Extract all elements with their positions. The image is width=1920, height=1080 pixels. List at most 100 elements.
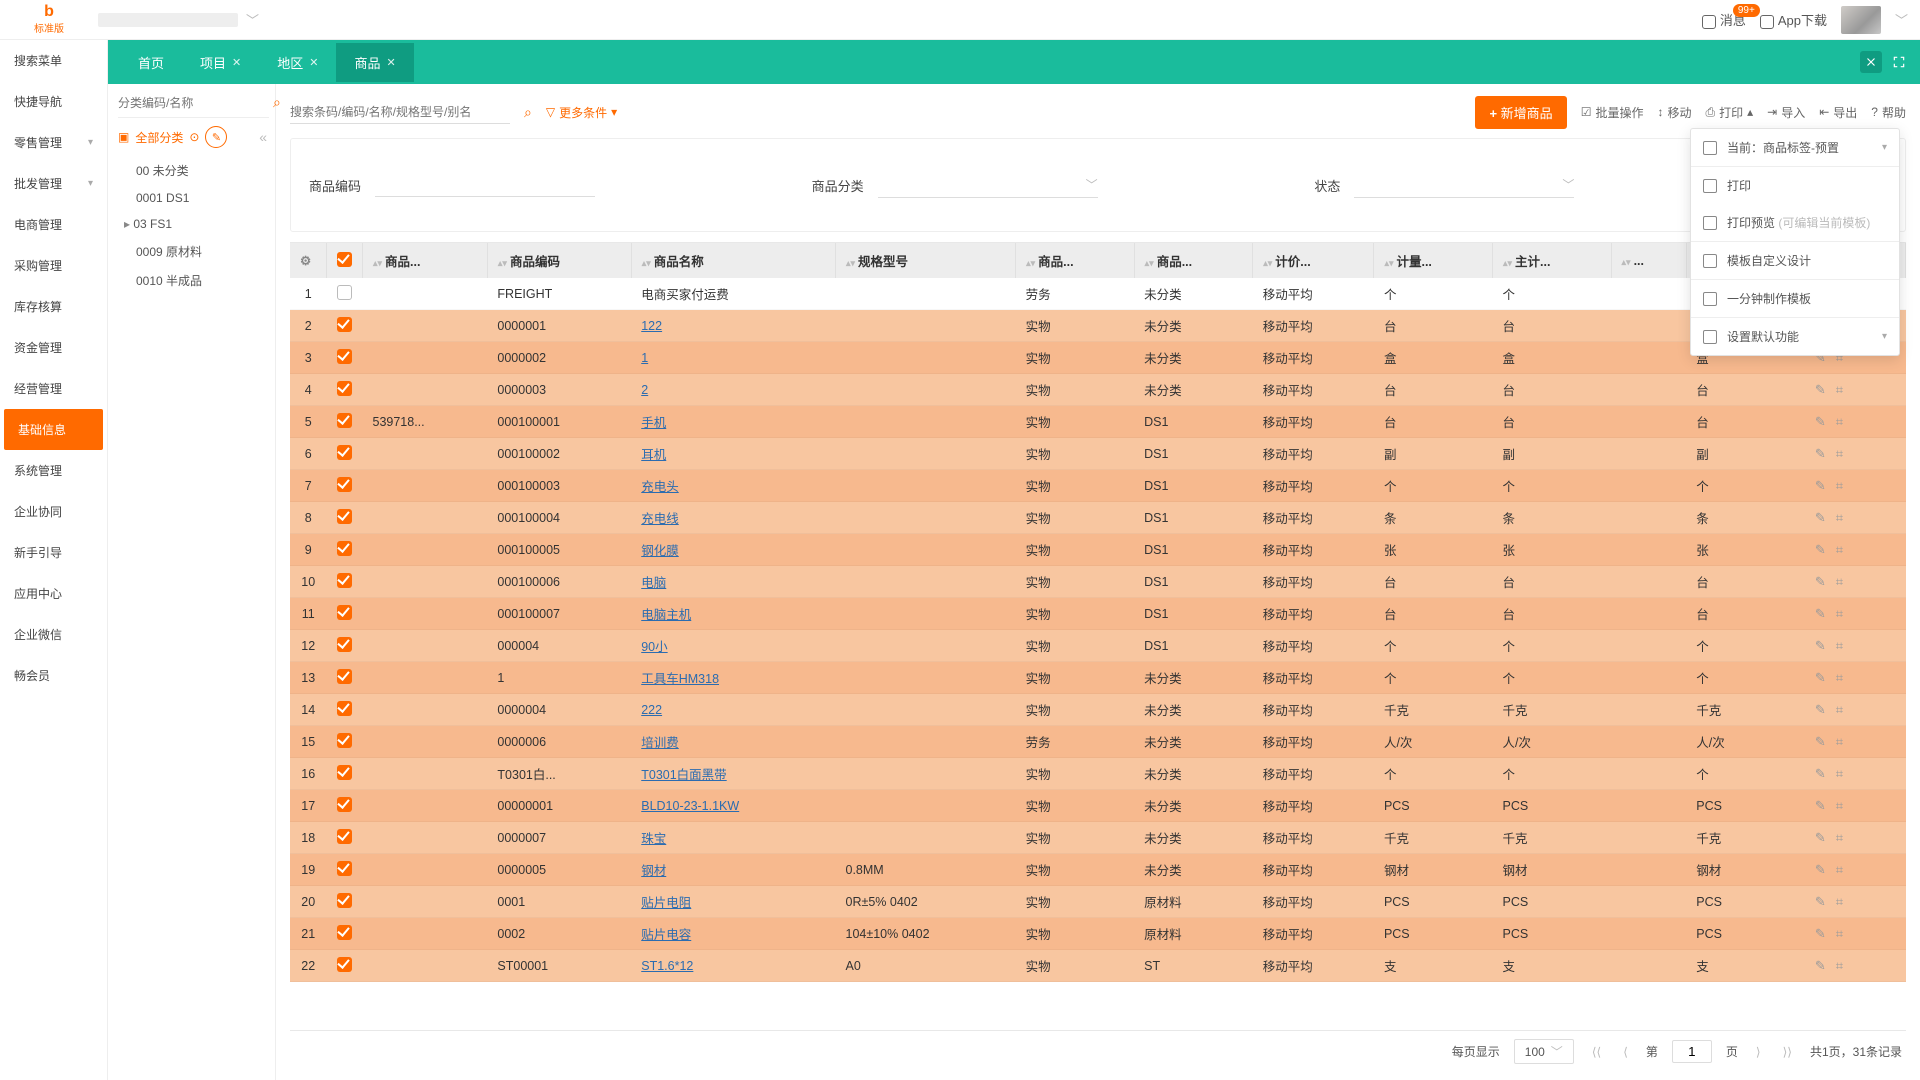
row-checkbox[interactable] [337, 509, 352, 524]
table-row[interactable]: 7000100003充电头实物DS1移动平均个个个✎⌗ [290, 470, 1906, 502]
table-row[interactable]: 180000007珠宝实物未分类移动平均千克千克千克✎⌗ [290, 822, 1906, 854]
column-header[interactable]: ▴▾商品编码 [487, 243, 631, 278]
product-name-link[interactable]: ST1.6*12 [641, 959, 693, 973]
tree-item[interactable]: 0009 原材料 [118, 237, 269, 266]
table-row[interactable]: 210002贴片电容104±10% 0402实物原材料移动平均PCSPCSPCS… [290, 918, 1906, 950]
import-button[interactable]: ⇥导入 [1767, 104, 1805, 121]
row-checkbox[interactable] [337, 733, 352, 748]
tree-collapse-button[interactable]: « [257, 129, 269, 145]
edit-icon[interactable]: ✎ [1815, 830, 1826, 846]
more-filters-button[interactable]: ▽更多条件▾ [546, 104, 617, 121]
row-checkbox[interactable] [337, 317, 352, 332]
tab[interactable]: 商品✕ [336, 43, 413, 82]
table-row[interactable]: 22ST00001ST1.6*12A0实物ST移动平均支支支✎⌗ [290, 950, 1906, 982]
print-menu-item[interactable]: 一分钟制作模板 [1691, 279, 1899, 317]
product-name-link[interactable]: 工具车HM318 [641, 672, 719, 686]
row-checkbox[interactable] [337, 413, 352, 428]
more-icon[interactable]: ⌗ [1836, 766, 1843, 782]
table-row[interactable]: 1200000490小实物DS1移动平均个个个✎⌗ [290, 630, 1906, 662]
tree-item[interactable]: 03 FS1 [118, 211, 269, 237]
close-icon[interactable]: ✕ [232, 56, 241, 69]
product-name-link[interactable]: BLD10-23-1.1KW [641, 799, 739, 813]
avatar[interactable] [1841, 6, 1881, 34]
sidebar-item[interactable]: 采购管理 [0, 245, 107, 286]
chevron-down-icon[interactable]: ﹀ [1895, 10, 1908, 29]
column-header[interactable]: ▴▾... [1611, 243, 1686, 278]
row-checkbox[interactable] [337, 541, 352, 556]
row-checkbox[interactable] [337, 893, 352, 908]
edit-icon[interactable]: ✎ [1815, 414, 1826, 430]
table-row[interactable]: 9000100005钢化膜实物DS1移动平均张张张✎⌗ [290, 534, 1906, 566]
product-name-link[interactable]: 培训费 [641, 736, 679, 750]
product-name-link[interactable]: 钢材 [641, 864, 666, 878]
more-icon[interactable]: ⌗ [1836, 606, 1843, 622]
column-header[interactable]: ▴▾主计... [1492, 243, 1611, 278]
sidebar-item[interactable]: 企业微信 [0, 614, 107, 655]
sidebar-item[interactable]: 应用中心 [0, 573, 107, 614]
sidebar-item[interactable]: 库存核算 [0, 286, 107, 327]
product-name-link[interactable]: 122 [641, 319, 662, 333]
sidebar-item[interactable]: 畅会员 [0, 655, 107, 696]
search-input[interactable] [290, 101, 510, 124]
product-name-link[interactable]: 2 [641, 383, 648, 397]
row-checkbox[interactable] [337, 349, 352, 364]
sidebar-item[interactable]: 企业协同 [0, 491, 107, 532]
table-row[interactable]: 131工具车HM318实物未分类移动平均个个个✎⌗ [290, 662, 1906, 694]
row-checkbox[interactable] [337, 797, 352, 812]
table-row[interactable]: 16T0301白...T0301白面黑带实物未分类移动平均个个个✎⌗ [290, 758, 1906, 790]
product-name-link[interactable]: 贴片电阻 [641, 896, 691, 910]
sidebar-item[interactable]: 搜索菜单 [0, 40, 107, 81]
edit-icon[interactable]: ✎ [1815, 702, 1826, 718]
more-icon[interactable]: ⌗ [1836, 510, 1843, 526]
more-icon[interactable]: ⌗ [1836, 862, 1843, 878]
filter-cat-select[interactable]: ﹀ [878, 172, 1098, 198]
table-row[interactable]: 150000006培训费劳务未分类移动平均人/次人/次人/次✎⌗ [290, 726, 1906, 758]
close-tabs-button[interactable] [1860, 51, 1882, 73]
row-checkbox[interactable] [337, 669, 352, 684]
prev-page-button[interactable]: ⟨ [1619, 1045, 1632, 1059]
row-checkbox[interactable] [337, 381, 352, 396]
product-name-link[interactable]: 手机 [641, 416, 666, 430]
table-row[interactable]: 1700000001BLD10-23-1.1KW实物未分类移动平均PCSPCSP… [290, 790, 1906, 822]
edit-icon[interactable]: ✎ [1815, 958, 1826, 974]
more-icon[interactable]: ⌗ [1836, 734, 1843, 750]
product-name-link[interactable]: 充电头 [641, 480, 679, 494]
org-dropdown[interactable]: ﹀ [98, 10, 259, 29]
messages-button[interactable]: 消息 [1702, 10, 1746, 29]
product-name-link[interactable]: 90小 [641, 640, 667, 654]
row-checkbox[interactable] [337, 477, 352, 492]
edit-icon[interactable]: ✎ [1815, 446, 1826, 462]
more-icon[interactable]: ⌗ [1836, 542, 1843, 558]
more-icon[interactable]: ⌗ [1836, 798, 1843, 814]
row-checkbox[interactable] [337, 285, 352, 300]
tree-all[interactable]: 全部分类 [135, 129, 183, 146]
column-header[interactable]: ▴▾规格型号 [836, 243, 1016, 278]
tree-item[interactable]: 0001 DS1 [118, 185, 269, 211]
more-icon[interactable]: ⌗ [1836, 446, 1843, 462]
column-header[interactable]: ⚙ [290, 243, 327, 278]
sidebar-item[interactable]: 批发管理▾ [0, 163, 107, 204]
sidebar-item[interactable]: 新手引导 [0, 532, 107, 573]
column-header[interactable]: ▴▾商品... [363, 243, 488, 278]
sidebar-item[interactable]: 系统管理 [0, 450, 107, 491]
first-page-button[interactable]: ⟨⟨ [1588, 1045, 1605, 1059]
row-checkbox[interactable] [337, 445, 352, 460]
sidebar-item[interactable]: 快捷导航 [0, 81, 107, 122]
column-header[interactable]: ▴▾计价... [1253, 243, 1374, 278]
more-icon[interactable]: ⌗ [1836, 670, 1843, 686]
print-current-template[interactable]: 当前：商品标签-预置 ▾ [1691, 129, 1899, 166]
last-page-button[interactable]: ⟩⟩ [1779, 1045, 1796, 1059]
product-name-link[interactable]: 电脑 [641, 576, 666, 590]
table-row[interactable]: 6000100002耳机实物DS1移动平均副副副✎⌗ [290, 438, 1906, 470]
filter-state-select[interactable]: ﹀ [1354, 172, 1574, 198]
column-header[interactable]: ▴▾商品... [1134, 243, 1253, 278]
print-button[interactable]: ⎙打印▴ [1705, 104, 1753, 121]
edit-icon[interactable]: ✎ [1815, 606, 1826, 622]
table-row[interactable]: 190000005钢材0.8MM实物未分类移动平均钢材钢材钢材✎⌗ [290, 854, 1906, 886]
more-icon[interactable]: ⌗ [1836, 574, 1843, 590]
more-icon[interactable]: ⌗ [1836, 702, 1843, 718]
edit-icon[interactable]: ✎ [1815, 670, 1826, 686]
row-checkbox[interactable] [337, 765, 352, 780]
more-icon[interactable]: ⌗ [1836, 414, 1843, 430]
product-name-link[interactable]: T0301白面黑带 [641, 768, 726, 782]
